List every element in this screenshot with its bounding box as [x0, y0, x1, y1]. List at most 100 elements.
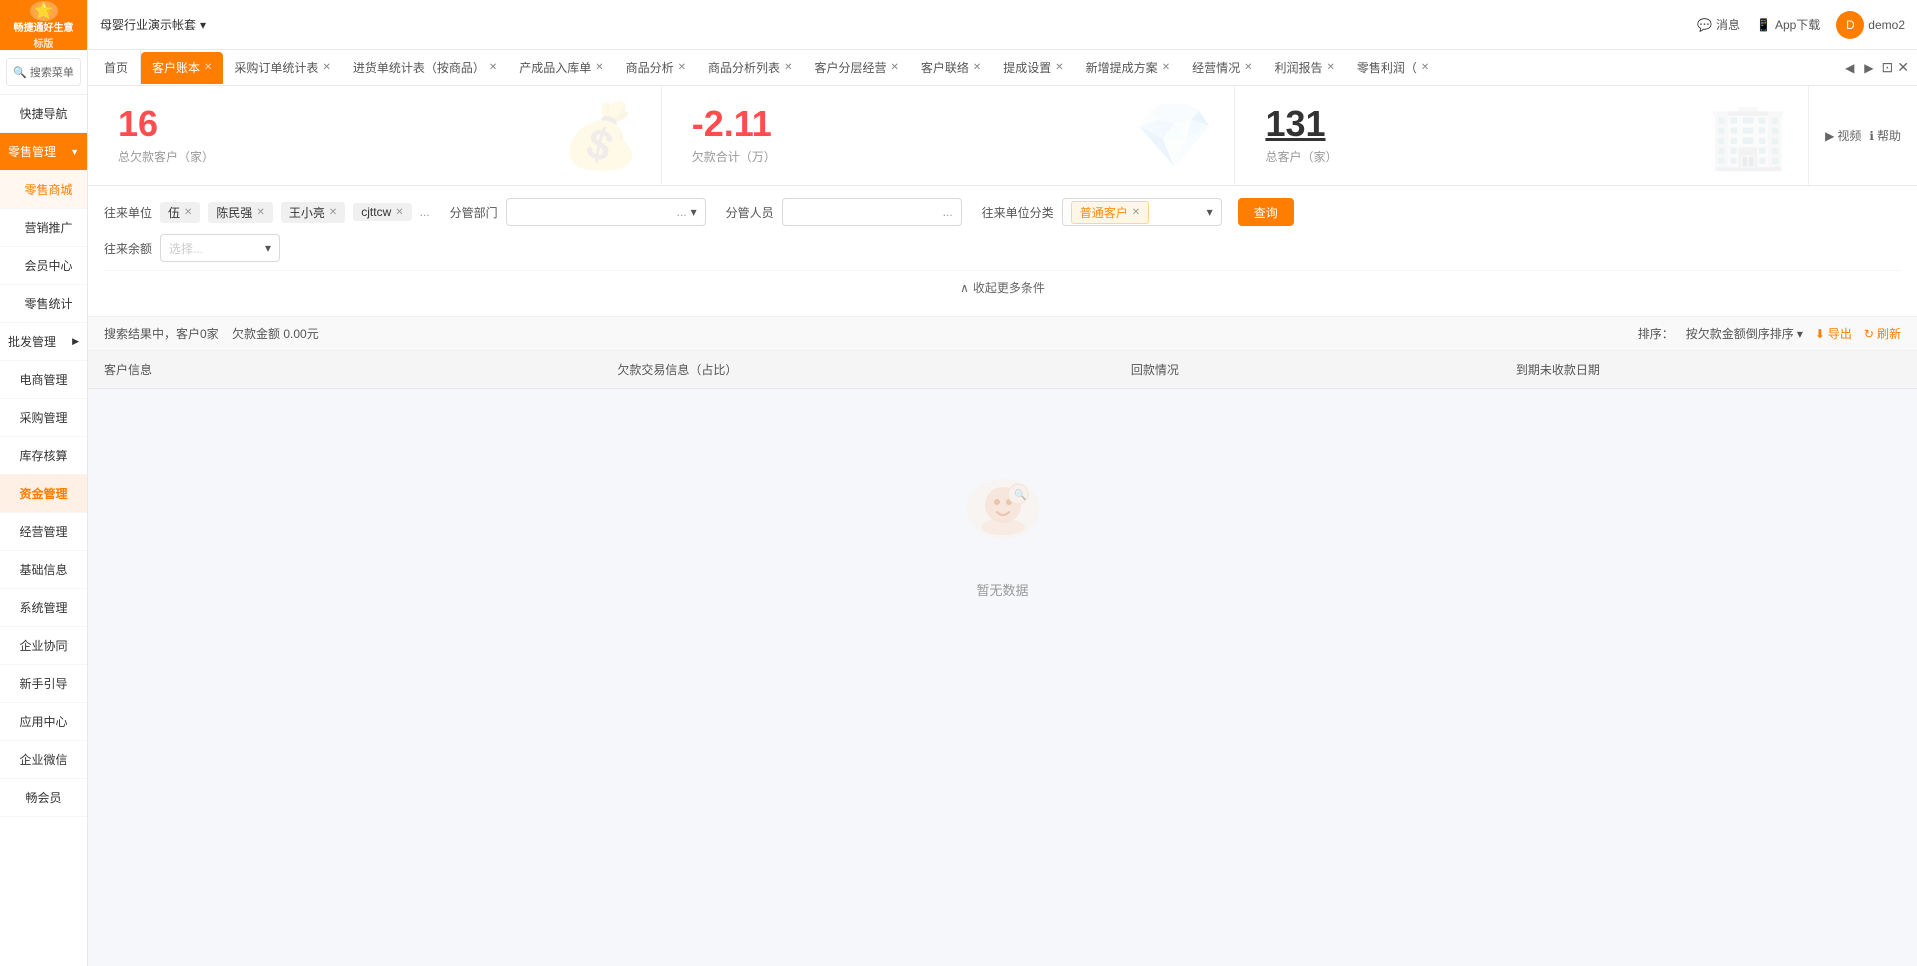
unit-tag-wang[interactable]: 王小亮 ✕ [281, 202, 345, 223]
category-tag-close[interactable]: ✕ [1132, 207, 1140, 218]
tab-home[interactable]: 首页 [92, 50, 141, 85]
sidebar-item-purchase[interactable]: 采购管理 [0, 399, 87, 437]
sidebar-item-system[interactable]: 系统管理 [0, 589, 87, 627]
tab-close-icon[interactable]: ✕ [784, 62, 792, 73]
sidebar-item-label: 企业微信 [19, 753, 67, 767]
sidebar-item-enterprise-coop[interactable]: 企业协同 [0, 627, 87, 665]
sidebar-item-finance[interactable]: 资金管理 [0, 475, 87, 513]
chevron-up-icon: ∧ [960, 281, 969, 295]
person-more-icon: ... [943, 205, 953, 219]
tab-close-icon[interactable]: ✕ [1055, 62, 1063, 73]
sidebar-item-ecommerce[interactable]: 电商管理 [0, 361, 87, 399]
tab-close-icon[interactable]: ✕ [890, 62, 898, 73]
tab-close-icon[interactable]: ✕ [973, 62, 981, 73]
query-button[interactable]: 查询 [1238, 198, 1294, 226]
tab-customer-tier[interactable]: 客户分层经营 ✕ [803, 52, 909, 84]
sidebar-item-inventory[interactable]: 库存核算 [0, 437, 87, 475]
more-tags-indicator[interactable]: ... [420, 205, 430, 219]
tab-customer-account[interactable]: 客户账本 ✕ [141, 52, 223, 84]
tab-close-icon[interactable]: ✕ [1327, 62, 1335, 73]
sidebar-item-retail-mall[interactable]: 零售商城 [0, 171, 87, 209]
empty-state: 🔍 暂无数据 [88, 389, 1917, 679]
sidebar-item-label: 应用中心 [19, 715, 67, 729]
user-menu[interactable]: D demo2 [1836, 11, 1905, 39]
chevron-right-icon: ▶ [72, 336, 79, 347]
tab-close-icon[interactable]: ✕ [489, 62, 497, 73]
tab-close-icon[interactable]: ✕ [595, 62, 603, 73]
help-button[interactable]: ℹ 帮助 [1869, 127, 1901, 144]
tag-close-cj[interactable]: ✕ [395, 207, 403, 218]
sidebar-item-retail[interactable]: 零售管理 ▼ [0, 133, 87, 171]
tab-customer-contact[interactable]: 客户联络 ✕ [910, 52, 992, 84]
sidebar-item-basic-info[interactable]: 基础信息 [0, 551, 87, 589]
sidebar-item-label: 资金管理 [19, 487, 67, 501]
tab-product-analysis-list[interactable]: 商品分析列表 ✕ [697, 52, 803, 84]
app-logo: 🌟 畅捷通好生意 标版 [0, 0, 87, 50]
sidebar-item-wholesale[interactable]: 批发管理 ▶ [0, 323, 87, 361]
tab-prev-icon[interactable]: ◀ [1841, 59, 1858, 77]
unit-tag-wu[interactable]: 伍 ✕ [160, 202, 200, 223]
app-download-button[interactable]: 📱 App下载 [1756, 16, 1820, 33]
unit-tag-cj[interactable]: cjttcw ✕ [353, 203, 411, 221]
tab-close-all-icon[interactable]: ✕ [1897, 59, 1909, 76]
user-avatar: D [1836, 11, 1864, 39]
search-menu-button[interactable]: 🔍 搜索菜单 [6, 58, 81, 86]
sidebar-item-quick-nav[interactable]: 快捷导航 [0, 95, 87, 133]
tab-close-icon[interactable]: ✕ [678, 62, 686, 73]
balance-select[interactable]: 选择... ▾ [160, 234, 280, 262]
user-name: demo2 [1868, 18, 1905, 32]
tab-import-stats[interactable]: 进货单统计表（按商品） ✕ [342, 52, 508, 84]
tab-profit-report[interactable]: 利润报告 ✕ [1263, 52, 1345, 84]
category-select[interactable]: 普通客户 ✕ ▾ [1062, 198, 1222, 226]
unit-tag-chen[interactable]: 陈民强 ✕ [208, 202, 272, 223]
tag-close-chen[interactable]: ✕ [256, 207, 264, 218]
tag-close-wang[interactable]: ✕ [329, 207, 337, 218]
tab-close-icon[interactable]: ✕ [1244, 62, 1252, 73]
tab-restore-icon[interactable]: ⊡ [1882, 59, 1894, 76]
category-label: 往来单位分类 [982, 204, 1054, 221]
sidebar-item-marketing[interactable]: 营销推广 [0, 209, 87, 247]
sidebar-item-app-center[interactable]: 应用中心 [0, 703, 87, 741]
tab-next-icon[interactable]: ▶ [1860, 59, 1877, 77]
result-text: 搜索结果中，客户0家 [104, 327, 219, 341]
tab-purchase-order[interactable]: 采购订单统计表 ✕ [223, 52, 341, 84]
message-button[interactable]: 💬 消息 [1697, 16, 1740, 33]
tab-new-improve[interactable]: 新增提成方案 ✕ [1075, 52, 1181, 84]
tab-label: 零售利润（ [1357, 59, 1417, 76]
sidebar-item-label: 会员中心 [24, 259, 72, 273]
category-tag[interactable]: 普通客户 ✕ [1071, 201, 1149, 224]
sidebar-item-retail-stats[interactable]: 零售统计 [0, 285, 87, 323]
export-button[interactable]: ⬇ 导出 [1815, 325, 1852, 342]
tag-text: 普通客户 [1080, 204, 1128, 221]
tab-bar: 首页 客户账本 ✕ 采购订单统计表 ✕ 进货单统计表（按商品） ✕ 产成品入库单… [88, 50, 1917, 86]
help-icon: ℹ [1869, 129, 1874, 143]
unit-filter-label: 往来单位 [104, 204, 152, 221]
tab-retail-profit[interactable]: 零售利润（ ✕ [1346, 52, 1440, 84]
sidebar-item-new-guide[interactable]: 新手引导 [0, 665, 87, 703]
tab-close-icon[interactable]: ✕ [322, 62, 330, 73]
sidebar-item-member[interactable]: 会员中心 [0, 247, 87, 285]
tab-close-icon[interactable]: ✕ [204, 62, 212, 73]
tab-improve-settings[interactable]: 提成设置 ✕ [992, 52, 1074, 84]
tab-operation[interactable]: 经营情况 ✕ [1181, 52, 1263, 84]
department-select[interactable]: ... ▾ [506, 198, 706, 226]
sidebar-item-label: 零售管理 [8, 143, 56, 160]
tab-label: 经营情况 [1192, 59, 1240, 76]
collapse-button[interactable]: ∧ 收起更多条件 [952, 275, 1053, 300]
store-selector[interactable]: 母婴行业演示帐套 ▾ [100, 16, 206, 33]
sidebar-item-enterprise-wechat[interactable]: 企业微信 [0, 741, 87, 779]
tab-product-storage[interactable]: 产成品入库单 ✕ [508, 52, 614, 84]
sidebar-item-label: 零售统计 [24, 297, 72, 311]
sidebar-item-vip-member[interactable]: 畅会员 [0, 779, 87, 817]
person-select[interactable]: ... [782, 198, 962, 226]
tag-close-wu[interactable]: ✕ [184, 207, 192, 218]
sort-button[interactable]: 按欠款金额倒序排序 ▾ [1686, 325, 1803, 342]
refresh-button[interactable]: ↻ 刷新 [1864, 325, 1901, 342]
tab-product-analysis[interactable]: 商品分析 ✕ [615, 52, 697, 84]
tab-close-icon[interactable]: ✕ [1162, 62, 1170, 73]
sidebar-item-label: 批发管理 [8, 333, 56, 350]
tab-close-icon[interactable]: ✕ [1421, 62, 1429, 73]
video-help-button[interactable]: ▶ 视频 [1825, 127, 1861, 144]
sidebar-item-operation[interactable]: 经营管理 [0, 513, 87, 551]
tab-label: 商品分析列表 [708, 59, 780, 76]
